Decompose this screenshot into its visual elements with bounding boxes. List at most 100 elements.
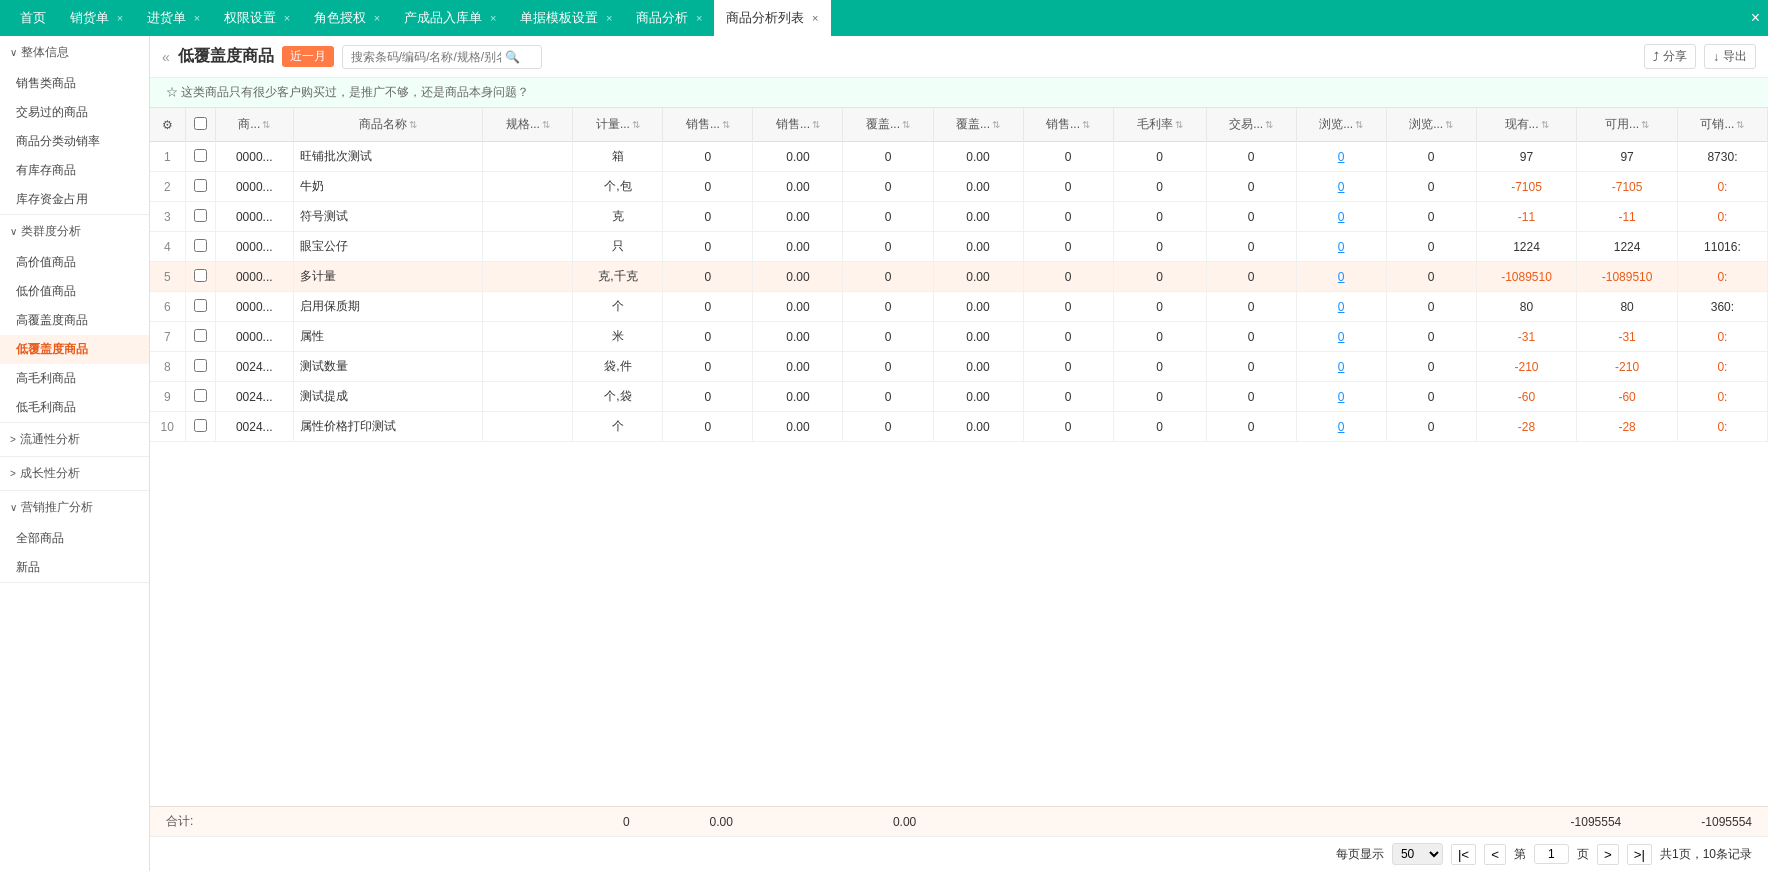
row-browse1[interactable]: 0 (1296, 142, 1386, 172)
col-cover2[interactable]: 覆盖...⇅ (933, 108, 1023, 142)
sidebar-item-stock-fund[interactable]: 库存资金占用 (0, 185, 149, 214)
row-checkbox[interactable] (194, 329, 207, 342)
search-icon[interactable]: 🔍 (505, 50, 520, 64)
nav-permission[interactable]: 权限设置 × (212, 0, 302, 36)
nav-purchase-close[interactable]: × (194, 12, 200, 24)
col-unit[interactable]: 计量...⇅ (573, 108, 663, 142)
col-sale-amt[interactable]: 销售...⇅ (753, 108, 843, 142)
nav-purchase[interactable]: 进货单 × (135, 0, 212, 36)
row-saleable: 0: (1677, 322, 1767, 352)
last-page-btn[interactable]: >| (1627, 844, 1652, 865)
row-checkbox[interactable] (194, 209, 207, 222)
row-checkbox[interactable] (194, 419, 207, 432)
row-checkbox[interactable] (194, 179, 207, 192)
col-sale-qty[interactable]: 销售...⇅ (663, 108, 753, 142)
sidebar-item-low-value[interactable]: 低价值商品 (0, 277, 149, 306)
sidebar-item-high-coverage[interactable]: 高覆盖度商品 (0, 306, 149, 335)
sidebar-section-group-header[interactable]: ∨ 类群度分析 (0, 215, 149, 248)
nav-goods-list-close[interactable]: × (812, 12, 818, 24)
col-gross[interactable]: 毛利率⇅ (1113, 108, 1206, 142)
footer-available: -1095554 (1701, 815, 1752, 829)
sidebar-section-marketing-header[interactable]: ∨ 营销推广分析 (0, 491, 149, 524)
content-header: « 低覆盖度商品 近一月 🔍 ⤴ 分享 ↓ 导出 (150, 36, 1768, 78)
sidebar-item-new-goods[interactable]: 新品 (0, 553, 149, 582)
row-num: 8 (150, 352, 185, 382)
overall-arrow: ∨ (10, 47, 17, 58)
col-spec[interactable]: 规格...⇅ (483, 108, 573, 142)
nav-goods-analysis-close[interactable]: × (696, 12, 702, 24)
col-checkbox-all[interactable] (185, 108, 215, 142)
row-browse1[interactable]: 0 (1296, 232, 1386, 262)
col-trade[interactable]: 交易...⇅ (1206, 108, 1296, 142)
col-code[interactable]: 商...⇅ (215, 108, 293, 142)
col-sale3[interactable]: 销售...⇅ (1023, 108, 1113, 142)
nav-role-close[interactable]: × (374, 12, 380, 24)
sidebar-section-overall-header[interactable]: ∨ 整体信息 (0, 36, 149, 69)
sidebar-section-growth-header[interactable]: > 成长性分析 (0, 457, 149, 490)
nav-goods-analysis[interactable]: 商品分析 × (624, 0, 714, 36)
row-checkbox[interactable] (194, 389, 207, 402)
row-browse1[interactable]: 0 (1296, 202, 1386, 232)
col-current[interactable]: 现有...⇅ (1476, 108, 1577, 142)
table-row: 2 0000... 牛奶 个,包 0 0.00 0 0.00 0 0 0 0 0… (150, 172, 1768, 202)
sidebar-item-high-gross[interactable]: 高毛利商品 (0, 364, 149, 393)
row-code: 0000... (215, 232, 293, 262)
row-checkbox[interactable] (194, 269, 207, 282)
row-browse1[interactable]: 0 (1296, 382, 1386, 412)
row-browse1[interactable]: 0 (1296, 262, 1386, 292)
export-btn[interactable]: ↓ 导出 (1704, 44, 1756, 69)
sidebar-item-in-stock[interactable]: 有库存商品 (0, 156, 149, 185)
row-checkbox[interactable] (194, 149, 207, 162)
sidebar-item-low-coverage[interactable]: 低覆盖度商品 (0, 335, 149, 364)
col-cover1[interactable]: 覆盖...⇅ (843, 108, 933, 142)
row-gross: 0 (1113, 262, 1206, 292)
page-input[interactable] (1534, 844, 1569, 864)
page-size-select[interactable]: 50 100 200 (1392, 843, 1443, 865)
sidebar-collapse-btn[interactable]: « (162, 49, 170, 65)
col-saleable[interactable]: 可销...⇅ (1677, 108, 1767, 142)
search-input[interactable] (351, 50, 501, 64)
nav-template-close[interactable]: × (606, 12, 612, 24)
nav-home[interactable]: 首页 (8, 0, 58, 36)
sidebar-section-flow-header[interactable]: > 流通性分析 (0, 423, 149, 456)
col-settings[interactable]: ⚙ (150, 108, 185, 142)
row-checkbox[interactable] (194, 299, 207, 312)
next-page-btn[interactable]: > (1597, 844, 1619, 865)
row-name: 多计量 (293, 262, 482, 292)
nav-goods-list[interactable]: 商品分析列表 × (714, 0, 830, 36)
nav-role[interactable]: 角色授权 × (302, 0, 392, 36)
sidebar-item-high-value[interactable]: 高价值商品 (0, 248, 149, 277)
nav-permission-close[interactable]: × (284, 12, 290, 24)
nav-sales[interactable]: 销货单 × (58, 0, 135, 36)
time-tag-btn[interactable]: 近一月 (282, 46, 334, 67)
row-browse1[interactable]: 0 (1296, 292, 1386, 322)
row-checkbox-cell (185, 412, 215, 442)
sidebar-item-traded-goods[interactable]: 交易过的商品 (0, 98, 149, 127)
nav-product-in[interactable]: 产成品入库单 × (392, 0, 508, 36)
prev-page-btn[interactable]: < (1484, 844, 1506, 865)
col-name[interactable]: 商品名称⇅ (293, 108, 482, 142)
row-browse2: 0 (1386, 292, 1476, 322)
sidebar-item-category-rate[interactable]: 商品分类动销率 (0, 127, 149, 156)
row-browse1[interactable]: 0 (1296, 322, 1386, 352)
nav-template[interactable]: 单据模板设置 × (508, 0, 624, 36)
col-browse1[interactable]: 浏览...⇅ (1296, 108, 1386, 142)
row-checkbox[interactable] (194, 239, 207, 252)
sidebar-item-all-goods[interactable]: 全部商品 (0, 524, 149, 553)
row-num: 7 (150, 322, 185, 352)
row-checkbox[interactable] (194, 359, 207, 372)
share-btn[interactable]: ⤴ 分享 (1644, 44, 1696, 69)
first-page-btn[interactable]: |< (1451, 844, 1476, 865)
nav-product-in-close[interactable]: × (490, 12, 496, 24)
sidebar-item-low-gross[interactable]: 低毛利商品 (0, 393, 149, 422)
window-close-btn[interactable]: × (1751, 9, 1760, 27)
row-current: -1089510 (1476, 262, 1577, 292)
row-browse1[interactable]: 0 (1296, 172, 1386, 202)
nav-sales-close[interactable]: × (117, 12, 123, 24)
sidebar-item-sales-goods[interactable]: 销售类商品 (0, 69, 149, 98)
row-browse1[interactable]: 0 (1296, 352, 1386, 382)
row-browse1[interactable]: 0 (1296, 412, 1386, 442)
select-all-checkbox[interactable] (194, 117, 207, 130)
col-browse2[interactable]: 浏览...⇅ (1386, 108, 1476, 142)
col-available[interactable]: 可用...⇅ (1577, 108, 1678, 142)
